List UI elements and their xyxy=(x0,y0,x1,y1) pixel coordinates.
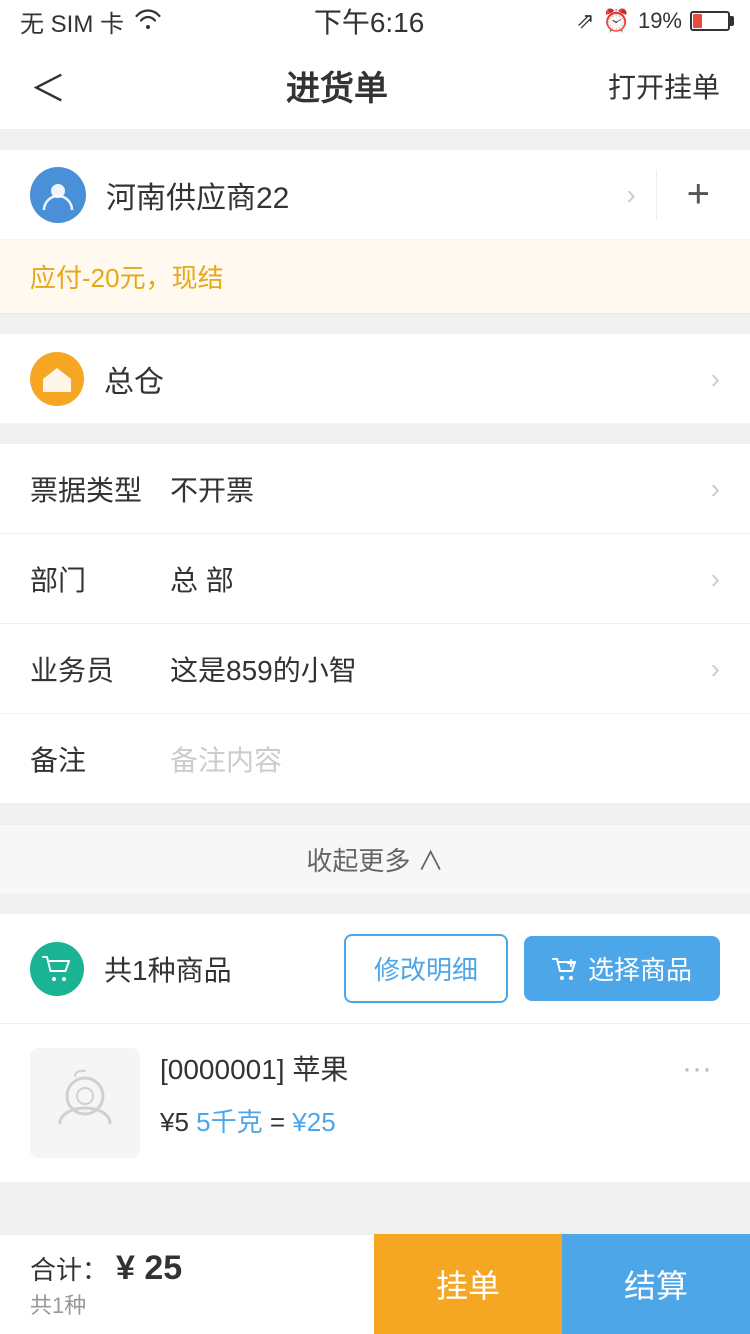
product-more-button[interactable]: ··· xyxy=(674,1048,720,1090)
warehouse-row[interactable]: 总仓 › xyxy=(0,334,750,424)
warehouse-name: 总仓 xyxy=(104,357,711,401)
product-header: 共1种商品 修改明细 选择商品 xyxy=(0,914,750,1024)
total-area: 合计： ¥ 25 共1种 xyxy=(0,1234,374,1334)
product-item: [0000001] 苹果 ¥5 5千克 = ¥25 ··· xyxy=(0,1024,750,1183)
form-section: 票据类型 不开票 › 部门 总 部 › 业务员 这是859的小智 › 备注 备注… xyxy=(0,444,750,804)
gap1 xyxy=(0,130,750,150)
hold-button[interactable]: 挂单 xyxy=(374,1234,562,1334)
remark-label: 备注 xyxy=(30,739,170,779)
carrier-text: 无 SIM 卡 xyxy=(20,4,124,39)
department-chevron-icon: › xyxy=(711,563,720,595)
vertical-divider xyxy=(656,170,657,220)
select-product-button[interactable]: 选择商品 xyxy=(524,936,720,1001)
bottom-bar: 合计： ¥ 25 共1种 挂单 结算 xyxy=(0,1234,750,1334)
remark-input[interactable]: 备注内容 xyxy=(170,739,720,779)
total-amount: ¥ 25 xyxy=(116,1249,182,1288)
select-product-label: 选择商品 xyxy=(588,950,692,987)
status-right: ⇗ ⏰ 19% xyxy=(576,8,730,34)
status-left: 无 SIM 卡 xyxy=(20,4,162,39)
department-value: 总 部 xyxy=(170,559,711,599)
nav-bar: ＜ 进货单 打开挂单 xyxy=(0,42,750,130)
product-qty: 5千克 xyxy=(196,1107,262,1137)
salesperson-label: 业务员 xyxy=(30,649,170,689)
supplier-row[interactable]: 河南供应商22 › + xyxy=(0,150,750,240)
salesperson-value: 这是859的小智 xyxy=(170,649,711,689)
supplier-name: 河南供应商22 xyxy=(106,173,626,217)
warehouse-icon xyxy=(30,352,84,406)
supplier-avatar xyxy=(30,167,86,223)
product-info: [0000001] 苹果 ¥5 5千克 = ¥25 xyxy=(160,1048,674,1139)
total-count: 共1种 xyxy=(30,1288,344,1320)
back-button[interactable]: ＜ xyxy=(30,60,66,112)
location-icon: ⇗ xyxy=(576,8,594,34)
salesperson-row[interactable]: 业务员 这是859的小智 › xyxy=(0,624,750,714)
checkout-button[interactable]: 结算 xyxy=(562,1234,750,1334)
checkout-label: 结算 xyxy=(624,1261,688,1307)
status-bar: 无 SIM 卡 下午6:16 ⇗ ⏰ 19% xyxy=(0,0,750,42)
invoice-chevron-icon: › xyxy=(711,473,720,505)
battery-icon xyxy=(690,11,730,31)
product-count-text: 共1种商品 xyxy=(104,949,344,989)
department-label: 部门 xyxy=(30,559,170,599)
product-subtotal: ¥25 xyxy=(292,1107,335,1137)
total-label: 合计： xyxy=(30,1250,108,1287)
modify-detail-button[interactable]: 修改明细 xyxy=(344,934,508,1003)
status-time: 下午6:16 xyxy=(314,1,425,41)
total-row: 合计： ¥ 25 xyxy=(30,1249,344,1288)
product-title: 苹果 xyxy=(292,1054,348,1085)
product-code: [0000001] xyxy=(160,1054,285,1085)
chevron-right-icon: › xyxy=(626,179,635,211)
notice-bar: 应付-20元，现结 xyxy=(0,240,750,314)
open-hold-button[interactable]: 打开挂单 xyxy=(608,66,720,106)
product-name: [0000001] 苹果 xyxy=(160,1048,674,1088)
product-cart-icon xyxy=(30,942,84,996)
supplier-right: › + xyxy=(626,170,720,220)
invoice-type-value: 不开票 xyxy=(170,469,711,509)
collapse-bar[interactable]: 收起更多 ∧ xyxy=(0,824,750,894)
remark-row[interactable]: 备注 备注内容 xyxy=(0,714,750,804)
add-button[interactable]: + xyxy=(677,172,720,217)
salesperson-chevron-icon: › xyxy=(711,653,720,685)
invoice-type-label: 票据类型 xyxy=(30,469,170,509)
unit-price: ¥5 xyxy=(160,1107,189,1137)
collapse-text: 收起更多 ∧ xyxy=(306,841,443,878)
warehouse-chevron-icon: › xyxy=(711,363,720,395)
gap2 xyxy=(0,314,750,334)
department-row[interactable]: 部门 总 部 › xyxy=(0,534,750,624)
hold-label: 挂单 xyxy=(436,1261,500,1307)
product-price: ¥5 5千克 = ¥25 xyxy=(160,1102,674,1139)
alarm-icon: ⏰ xyxy=(603,8,630,34)
invoice-type-row[interactable]: 票据类型 不开票 › xyxy=(0,444,750,534)
page-title: 进货单 xyxy=(286,61,388,110)
battery-percent: 19% xyxy=(638,8,682,34)
product-section: 共1种商品 修改明细 选择商品 [0000001] 苹果 xyxy=(0,914,750,1183)
equals-sign: = xyxy=(270,1107,292,1137)
notice-text: 应付-20元，现结 xyxy=(30,263,224,293)
product-thumbnail xyxy=(30,1048,140,1158)
wifi-icon xyxy=(134,7,162,36)
